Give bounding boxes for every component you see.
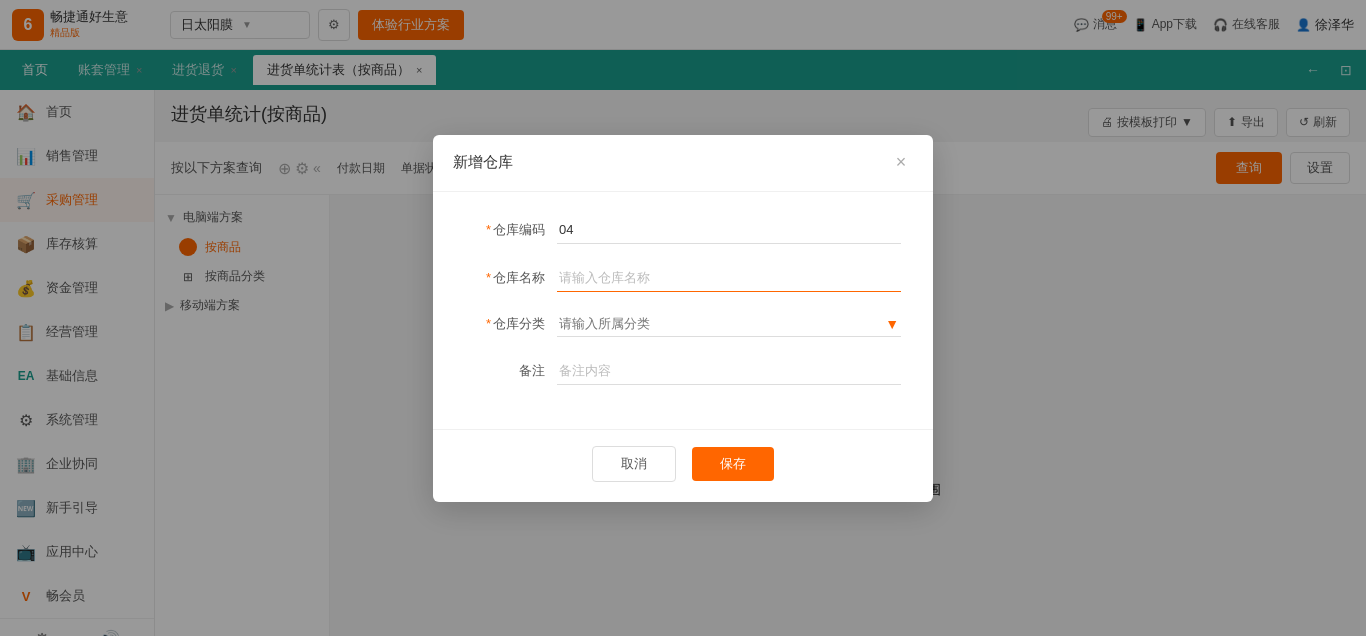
modal-footer: 取消 保存	[433, 429, 933, 502]
warehouse-category-row: *仓库分类 ▼	[465, 312, 901, 337]
warehouse-code-row: *仓库编码	[465, 216, 901, 244]
cancel-button[interactable]: 取消	[592, 446, 676, 482]
new-warehouse-modal: 新增仓库 × *仓库编码 *仓库名称 *仓库分类	[433, 135, 933, 502]
required-star-name: *	[486, 270, 491, 285]
remarks-row: 备注	[465, 357, 901, 385]
warehouse-name-row: *仓库名称	[465, 264, 901, 292]
modal-title: 新增仓库	[453, 153, 513, 172]
warehouse-category-input[interactable]	[559, 316, 885, 331]
category-dropdown-icon[interactable]: ▼	[885, 316, 899, 332]
required-star-code: *	[486, 222, 491, 237]
warehouse-name-label: *仓库名称	[465, 269, 545, 287]
required-star-cat: *	[486, 316, 491, 331]
warehouse-code-input[interactable]	[557, 216, 901, 244]
warehouse-name-input[interactable]	[557, 264, 901, 292]
modal-body: *仓库编码 *仓库名称 *仓库分类 ▼	[433, 192, 933, 429]
modal-close-button[interactable]: ×	[889, 151, 913, 175]
modal-overlay: 新增仓库 × *仓库编码 *仓库名称 *仓库分类	[0, 0, 1366, 636]
modal-header: 新增仓库 ×	[433, 135, 933, 192]
save-button[interactable]: 保存	[692, 447, 774, 481]
warehouse-category-label: *仓库分类	[465, 315, 545, 333]
warehouse-category-select-row: ▼	[557, 312, 901, 337]
warehouse-code-label: *仓库编码	[465, 221, 545, 239]
remarks-label: 备注	[465, 362, 545, 380]
remarks-input[interactable]	[557, 357, 901, 385]
